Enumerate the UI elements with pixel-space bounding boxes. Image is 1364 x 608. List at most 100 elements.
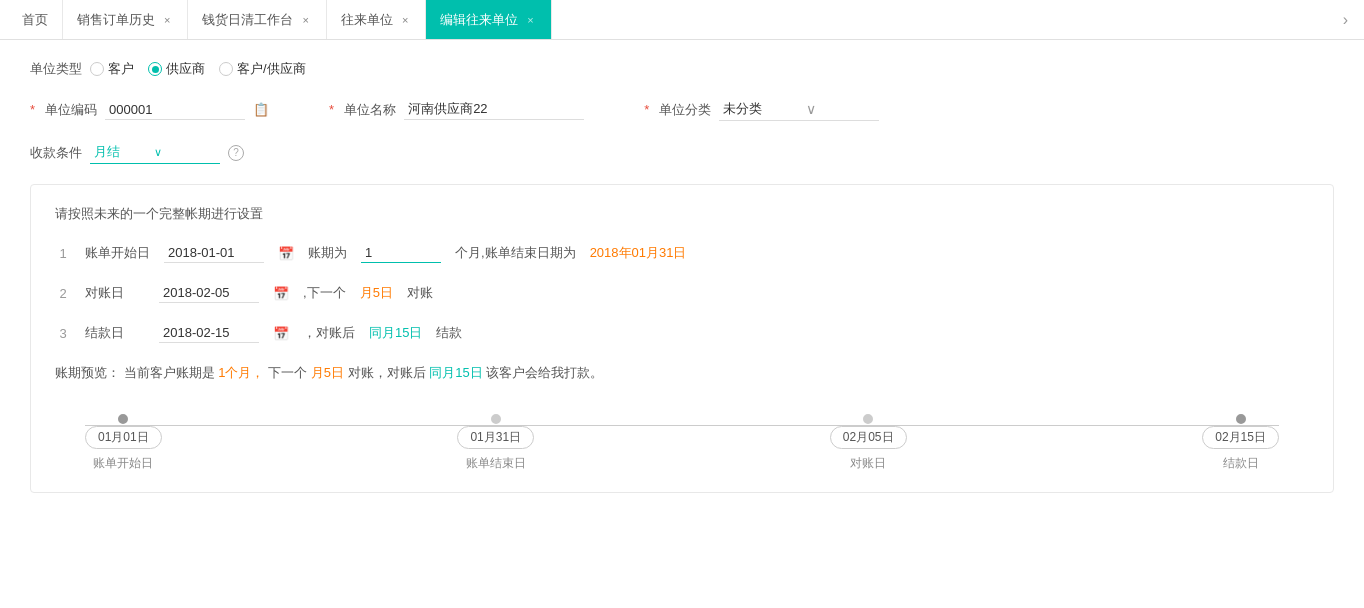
setting-row-2: 2 对账日 📅 ,下一个 月5日 对账 <box>55 283 1309 303</box>
timeline-node-2: 02月05日 对账日 <box>830 414 907 472</box>
payment-label: 收款条件 <box>30 144 82 162</box>
node-dot-3 <box>1236 414 1246 424</box>
tabs-bar: 首页 销售订单历史 × 钱货日清工作台 × 往来单位 × 编辑往来单位 × › <box>0 0 1364 40</box>
tab-edit-partner-close[interactable]: × <box>524 13 536 27</box>
unit-type-label: 单位类型 <box>30 60 82 78</box>
tab-cash-work-label: 钱货日清工作台 <box>202 11 293 29</box>
unit-info-row: * 单位编码 📋 * 单位名称 * 单位分类 未分类 ∨ <box>30 98 1334 121</box>
setting-row-3: 3 结款日 📅 ，对账后 同月15日 结款 <box>55 323 1309 343</box>
timeline-nodes: 01月01日 账单开始日 01月31日 账单结束日 02月05日 对账日 02月… <box>85 414 1279 472</box>
preview-highlight-1: 1个月， <box>218 365 264 380</box>
timeline-node-0: 01月01日 账单开始日 <box>85 414 162 472</box>
tab-sales-history-close[interactable]: × <box>161 13 173 27</box>
preview-text-4: 该客户会给我打款。 <box>486 365 603 380</box>
row-num-2: 2 <box>55 286 71 301</box>
setting-row-1: 1 账单开始日 📅 账期为 个月,账单结束日期为 2018年01月31日 <box>55 243 1309 263</box>
preview-text: 账期预览： 当前客户账期是 1个月， 下一个 月5日 对账，对账后 同月15日 … <box>55 363 1309 384</box>
preview-label: 账期预览： <box>55 365 120 380</box>
node-label-0: 账单开始日 <box>93 455 153 472</box>
payment-help-icon[interactable]: ? <box>228 145 244 161</box>
tab-partner-units-close[interactable]: × <box>399 13 411 27</box>
radio-both[interactable]: 客户/供应商 <box>219 60 306 78</box>
unit-type-row: 单位类型 客户 供应商 客户/供应商 <box>30 60 1334 78</box>
row-3-prefix: ，对账后 <box>303 324 355 342</box>
payment-row: 收款条件 月结 ∨ ? <box>30 141 1334 164</box>
unit-type-field: 单位类型 客户 供应商 客户/供应商 <box>30 60 306 78</box>
preview-text-1: 当前客户账期是 <box>124 365 215 380</box>
row-1-desc-prefix: 账期为 <box>308 244 347 262</box>
tab-home-label: 首页 <box>22 11 48 29</box>
panel-title: 请按照未来的一个完整帐期进行设置 <box>55 205 1309 223</box>
radio-customer[interactable]: 客户 <box>90 60 134 78</box>
timeline-node-3: 02月15日 结款日 <box>1202 414 1279 472</box>
node-label-1: 账单结束日 <box>466 455 526 472</box>
unit-code-input[interactable] <box>105 100 245 120</box>
radio-customer-label: 客户 <box>108 60 134 78</box>
unit-name-label: 单位名称 <box>344 101 396 119</box>
tab-cash-work-close[interactable]: × <box>299 13 311 27</box>
node-badge-1: 01月31日 <box>457 426 534 449</box>
payment-field: 收款条件 月结 ∨ ? <box>30 141 244 164</box>
tab-cash-work[interactable]: 钱货日清工作台 × <box>188 0 326 39</box>
unit-category-required: * <box>644 102 649 117</box>
radio-both-label: 客户/供应商 <box>237 60 306 78</box>
radio-supplier[interactable]: 供应商 <box>148 60 205 78</box>
node-badge-0: 01月01日 <box>85 426 162 449</box>
tab-edit-partner-label: 编辑往来单位 <box>440 11 518 29</box>
settings-panel: 请按照未来的一个完整帐期进行设置 1 账单开始日 📅 账期为 个月,账单结束日期… <box>30 184 1334 493</box>
main-content: 单位类型 客户 供应商 客户/供应商 * 单位编码 <box>0 40 1364 608</box>
timeline: 01月01日 账单开始日 01月31日 账单结束日 02月05日 对账日 02月… <box>55 414 1309 472</box>
payment-arrow: ∨ <box>154 146 162 159</box>
payment-dropdown[interactable]: 月结 ∨ <box>90 141 220 164</box>
radio-customer-circle <box>90 62 104 76</box>
tab-partner-units[interactable]: 往来单位 × <box>327 0 426 39</box>
radio-supplier-label: 供应商 <box>166 60 205 78</box>
row-3-suffix: 结款 <box>436 324 462 342</box>
tab-partner-units-label: 往来单位 <box>341 11 393 29</box>
tabs-more-arrow[interactable]: › <box>1335 11 1356 29</box>
row-num-3: 3 <box>55 326 71 341</box>
row-2-prefix: ,下一个 <box>303 284 346 302</box>
row-label-3: 结款日 <box>85 324 145 342</box>
unit-name-input[interactable] <box>404 100 584 120</box>
row-num-1: 1 <box>55 246 71 261</box>
payment-date-calendar-icon[interactable]: 📅 <box>273 326 289 341</box>
node-label-3: 结款日 <box>1223 455 1259 472</box>
unit-name-required: * <box>329 102 334 117</box>
unit-name-field: * 单位名称 <box>329 100 584 120</box>
unit-code-required: * <box>30 102 35 117</box>
timeline-node-1: 01月31日 账单结束日 <box>457 414 534 472</box>
row-2-highlight-day: 月5日 <box>360 284 393 302</box>
start-date-calendar-icon[interactable]: 📅 <box>278 246 294 261</box>
node-dot-0 <box>118 414 128 424</box>
tab-edit-partner[interactable]: 编辑往来单位 × <box>426 0 551 39</box>
unit-category-value: 未分类 <box>723 100 762 118</box>
preview-text-2: 下一个 <box>268 365 307 380</box>
preview-text-3: 对账，对账后 <box>348 365 426 380</box>
node-badge-3: 02月15日 <box>1202 426 1279 449</box>
row-label-2: 对账日 <box>85 284 145 302</box>
payment-date-input[interactable] <box>159 323 259 343</box>
row-label-1: 账单开始日 <box>85 244 150 262</box>
unit-category-dropdown[interactable]: 未分类 ∨ <box>719 98 879 121</box>
row-1-desc-suffix: 个月,账单结束日期为 <box>455 244 576 262</box>
months-input[interactable] <box>361 243 441 263</box>
node-dot-1 <box>491 414 501 424</box>
node-dot-2 <box>863 414 873 424</box>
tab-sales-history[interactable]: 销售订单历史 × <box>63 0 188 39</box>
radio-both-circle <box>219 62 233 76</box>
start-date-input[interactable] <box>164 243 264 263</box>
node-badge-2: 02月05日 <box>830 426 907 449</box>
payment-value: 月结 <box>94 143 120 161</box>
unit-code-icon[interactable]: 📋 <box>253 102 269 117</box>
unit-category-arrow: ∨ <box>806 101 816 117</box>
reconcile-date-calendar-icon[interactable]: 📅 <box>273 286 289 301</box>
preview-highlight-3: 同月15日 <box>429 365 482 380</box>
tab-sales-history-label: 销售订单历史 <box>77 11 155 29</box>
row-1-highlight-date: 2018年01月31日 <box>590 244 687 262</box>
unit-code-field: * 单位编码 📋 <box>30 100 269 120</box>
reconcile-date-input[interactable] <box>159 283 259 303</box>
unit-category-field: * 单位分类 未分类 ∨ <box>644 98 879 121</box>
tab-home[interactable]: 首页 <box>8 0 63 39</box>
unit-category-label: 单位分类 <box>659 101 711 119</box>
